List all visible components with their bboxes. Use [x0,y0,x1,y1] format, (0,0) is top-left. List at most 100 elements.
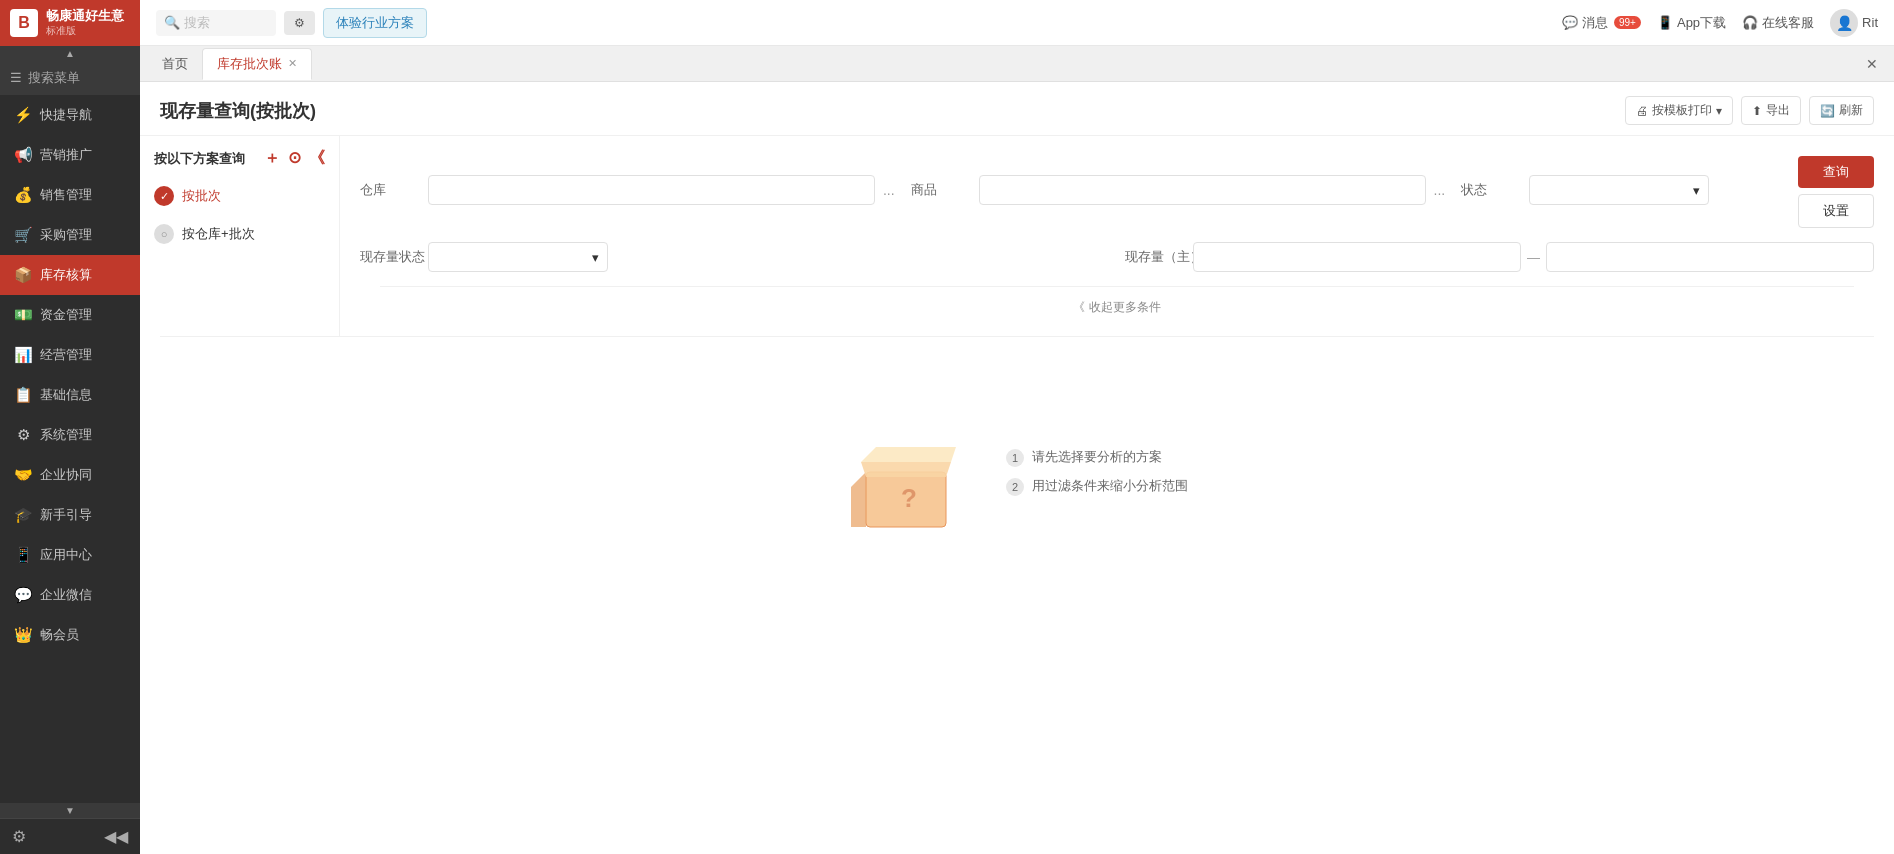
experience-btn[interactable]: 体验行业方案 [323,8,427,38]
online-service-label: 在线客服 [1762,14,1814,32]
stock-status-select[interactable]: ▾ [428,242,608,272]
topbar-search-box[interactable]: 🔍 搜索 [156,10,276,36]
svg-marker-4 [861,447,956,462]
collapse-filter-btn[interactable]: 《 [309,148,325,169]
batch-icon: ✓ [154,186,174,206]
search-icon: ☰ [10,70,22,85]
inventory-icon: 📦 [14,266,32,284]
product-label: 商品 [911,181,971,199]
sidebar-item-system[interactable]: ⚙ 系统管理 [0,415,140,455]
stock-amount-max[interactable] [1546,242,1874,272]
svg-marker-3 [861,462,951,477]
filter-item-label: 按仓库+批次 [182,225,255,243]
status-label: 状态 [1461,181,1521,199]
stock-amount-min[interactable] [1193,242,1521,272]
stock-amount-label: 现存量（主） [1125,248,1185,266]
tab-home-label: 首页 [162,55,188,73]
refresh-btn[interactable]: 🔄 刷新 [1809,96,1874,125]
query-btn[interactable]: 查询 [1798,156,1874,188]
sidebar-item-membership[interactable]: 👑 畅会员 [0,615,140,655]
sidebar-item-newbie[interactable]: 🎓 新手引导 [0,495,140,535]
sidebar-item-label: 资金管理 [40,306,92,324]
sidebar-item-operations[interactable]: 📊 经营管理 [0,335,140,375]
page-actions: 🖨 按模板打印 ▾ ⬆ 导出 🔄 刷新 [1625,96,1874,125]
filter-item-by-batch[interactable]: ✓ 按批次 [140,177,339,215]
user-profile[interactable]: 👤 Rit [1830,9,1878,37]
main-area: 🔍 搜索 ⚙ 体验行业方案 💬 消息 99+ 📱 App下载 🎧 在线客服 [140,0,1894,854]
sidebar-item-app-center[interactable]: 📱 应用中心 [0,535,140,575]
tabbar: 首页 库存批次账 ✕ ✕ [140,46,1894,82]
topbar-search-text: 搜索 [184,14,210,32]
product-more-btn[interactable]: ... [1434,182,1446,198]
warehouse-more-btn[interactable]: ... [883,182,895,198]
system-icon: ⚙ [14,426,32,444]
tab-close-btn[interactable]: ✕ [288,57,297,70]
purchase-icon: 🛒 [14,226,32,244]
export-btn[interactable]: ⬆ 导出 [1741,96,1801,125]
sidebar-item-basic-info[interactable]: 📋 基础信息 [0,375,140,415]
collapse-sidebar-icon[interactable]: ◀◀ [104,827,128,846]
filter-sidebar-header: 按以下方案查询 ＋ ⊙ 《 [140,148,339,177]
sidebar-item-label: 库存核算 [40,266,92,284]
topbar-settings-btn[interactable]: ⚙ [284,11,315,35]
add-scheme-btn[interactable]: ＋ [264,148,280,169]
sidebar-item-quick-nav[interactable]: ⚡ 快捷导航 [0,95,140,135]
print-label: 按模板打印 [1652,102,1712,119]
chevron-down-icon: ▾ [1716,104,1722,118]
messages-badge: 99+ [1614,16,1641,29]
chevron-up-icon: 《 [1073,299,1085,316]
messages-btn[interactable]: 💬 消息 99+ [1562,14,1641,32]
settings-bottom-icon[interactable]: ⚙ [12,827,26,846]
phone-icon: 📱 [1657,15,1673,30]
newbie-icon: 🎓 [14,506,32,524]
scroll-up-btn[interactable]: ▲ [0,46,140,61]
filter-row-2: 现存量状态 ▾ 现存量（主） — [360,242,1874,272]
tab-home[interactable]: 首页 [148,49,202,79]
topbar-search-icon: 🔍 [164,15,180,30]
sidebar-item-inventory[interactable]: 📦 库存核算 [0,255,140,295]
range-dash: — [1527,250,1540,265]
print-btn[interactable]: 🖨 按模板打印 ▾ [1625,96,1733,125]
settings-btn[interactable]: 设置 [1798,194,1874,228]
warehouse-input[interactable] [428,175,875,205]
sidebar-item-label: 企业微信 [40,586,92,604]
scheme-settings-btn[interactable]: ⊙ [288,148,301,169]
sidebar-item-label: 应用中心 [40,546,92,564]
empty-text: 1 请先选择要分析的方案 2 用过滤条件来缩小分析范围 [1006,448,1188,506]
topbar-left: 🔍 搜索 ⚙ 体验行业方案 [156,8,427,38]
sidebar-item-label: 企业协同 [40,466,92,484]
sidebar-search[interactable]: ☰ 搜索菜单 [0,61,140,95]
export-icon: ⬆ [1752,104,1762,118]
sidebar-item-marketing[interactable]: 📢 营销推广 [0,135,140,175]
sidebar-item-label: 基础信息 [40,386,92,404]
page-title: 现存量查询(按批次) [160,99,316,123]
chevron-down-icon: ▾ [1693,183,1700,198]
sidebar-item-cooperation[interactable]: 🤝 企业协同 [0,455,140,495]
sidebar-item-sales[interactable]: 💰 销售管理 [0,175,140,215]
status-select[interactable]: ▾ [1529,175,1709,205]
sidebar-item-finance[interactable]: 💵 资金管理 [0,295,140,335]
panel-close-btn[interactable]: ✕ [1858,50,1886,78]
sidebar-item-label: 营销推广 [40,146,92,164]
sidebar-item-label: 销售管理 [40,186,92,204]
tab-inventory-batch[interactable]: 库存批次账 ✕ [202,48,312,80]
divider [380,286,1854,287]
export-label: 导出 [1766,102,1790,119]
user-name: Rit [1862,15,1878,30]
filter-item-by-warehouse-batch[interactable]: ○ 按仓库+批次 [140,215,339,253]
stock-status-field: 现存量状态 ▾ [360,242,1109,272]
stock-status-label: 现存量状态 [360,248,420,266]
step-num-2: 2 [1006,478,1024,496]
headset-icon: 🎧 [1742,15,1758,30]
scroll-down-btn[interactable]: ▼ [0,803,140,818]
quick-nav-icon: ⚡ [14,106,32,124]
sidebar-item-purchase[interactable]: 🛒 采购管理 [0,215,140,255]
collapse-btn[interactable]: 《 收起更多条件 [360,295,1874,320]
sidebar-item-wechat[interactable]: 💬 企业微信 [0,575,140,615]
gear-icon: ⚙ [294,16,305,30]
app-download-btn[interactable]: 📱 App下载 [1657,14,1726,32]
sidebar-company: 畅康通好生意 [46,8,124,24]
filter-item-label: 按批次 [182,187,221,205]
product-input[interactable] [979,175,1426,205]
online-service-btn[interactable]: 🎧 在线客服 [1742,14,1814,32]
